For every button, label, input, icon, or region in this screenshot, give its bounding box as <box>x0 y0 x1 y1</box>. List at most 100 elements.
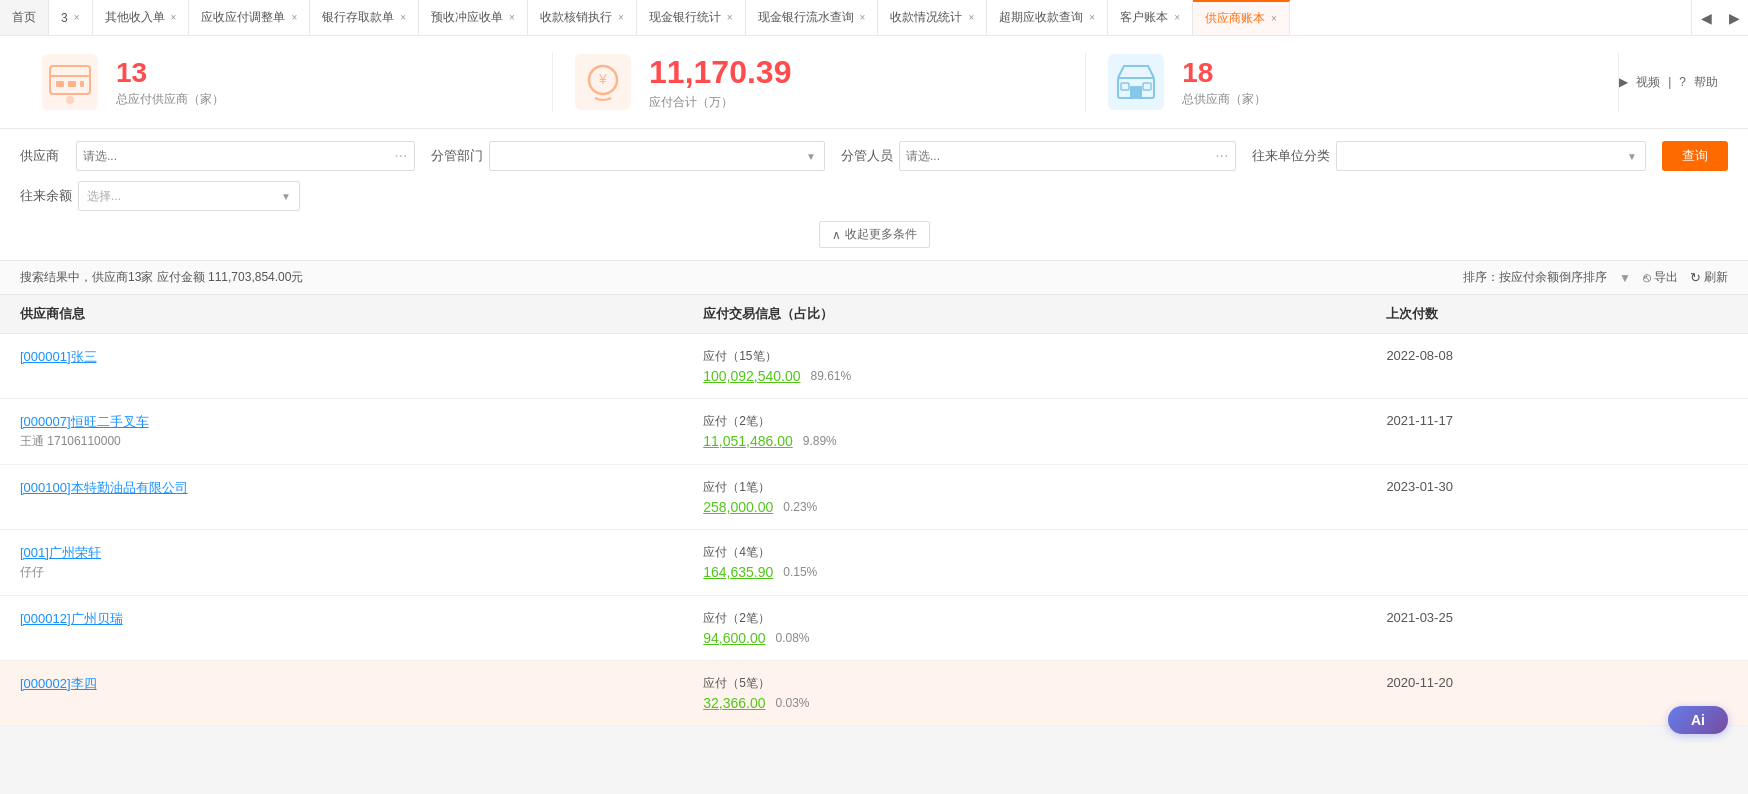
tx-label-6: 应付（5笔） <box>703 675 1386 692</box>
export-action[interactable]: ⎋ 导出 <box>1643 269 1678 286</box>
tx-label-1: 应付（15笔） <box>703 348 1386 365</box>
table-row: [000100]本特勤油品有限公司 应付（1笔） 258,000.00 0.23… <box>0 465 1748 530</box>
tx-pct-2: 9.89% <box>803 434 837 448</box>
nav-tab-collection-stat[interactable]: 收款情况统计 × <box>878 0 987 36</box>
svg-rect-4 <box>68 81 76 87</box>
nav-tab-cash-bank-stat[interactable]: 现金银行统计 × <box>637 0 746 36</box>
tx-label-5: 应付（2笔） <box>703 610 1386 627</box>
supplier-link-1[interactable]: [000001]张三 <box>20 348 703 366</box>
nav-tab-ar-ap-adjust-label: 应收应付调整单 <box>201 9 285 26</box>
tx-label-4: 应付（4笔） <box>703 544 1386 561</box>
nav-tab-advance[interactable]: 预收冲应收单 × <box>419 0 528 36</box>
table-row: [000002]李四 应付（5笔） 32,366.00 0.03% 2020-1… <box>0 661 1748 726</box>
search-button[interactable]: 查询 <box>1662 141 1728 171</box>
nav-arrow-left[interactable]: ◀ <box>1692 0 1720 36</box>
supplier-link-3[interactable]: [000100]本特勤油品有限公司 <box>20 479 703 497</box>
transaction-cell-6: 应付（5笔） 32,366.00 0.03% <box>703 675 1386 711</box>
tx-amount-5[interactable]: 94,600.00 <box>703 630 765 646</box>
nav-tab-collection-close[interactable]: × <box>618 12 624 23</box>
nav-tab-3-label: 3 <box>61 11 68 25</box>
supplier-link-2[interactable]: [000007]恒旺二手叉车 <box>20 413 703 431</box>
supplier-link-5[interactable]: [000012]广州贝瑞 <box>20 610 703 628</box>
nav-tab-supplier-ledger-label: 供应商账本 <box>1205 10 1265 27</box>
nav-tab-cash-bank-flow-close[interactable]: × <box>860 12 866 23</box>
filter-item-person: 分管人员 ··· <box>841 141 1236 171</box>
supplier-cell-5: [000012]广州贝瑞 <box>20 610 703 628</box>
collapse-button[interactable]: ∧ 收起更多条件 <box>819 221 930 248</box>
video-link[interactable]: 视频 <box>1636 74 1660 91</box>
sort-label[interactable]: 排序：按应付余额倒序排序 <box>1463 269 1607 286</box>
supplier-link-4[interactable]: [001]广州荣轩 <box>20 544 703 562</box>
filter-item-dept: 分管部门 ▼ <box>431 141 826 171</box>
nav-tab-bank-deposit-close[interactable]: × <box>400 12 406 23</box>
transaction-cell-3: 应付（1笔） 258,000.00 0.23% <box>703 479 1386 515</box>
table-row: [000007]恒旺二手叉车 王通 17106110000 应付（2笔） 11,… <box>0 399 1748 465</box>
filter-section: 供应商 ··· 分管部门 ▼ 分管人员 ··· 往来单位分类 <box>0 129 1748 261</box>
export-label: 导出 <box>1654 269 1678 286</box>
nav-tab-bank-deposit[interactable]: 银行存取款单 × <box>310 0 419 36</box>
nav-tab-collection-stat-label: 收款情况统计 <box>890 9 962 26</box>
help-link[interactable]: 帮助 <box>1694 74 1718 91</box>
tx-amount-3[interactable]: 258,000.00 <box>703 499 773 515</box>
store-icon <box>1106 52 1166 112</box>
tx-pct-3: 0.23% <box>783 500 817 514</box>
results-actions: 排序：按应付余额倒序排序 ▼ ⎋ 导出 ↻ 刷新 <box>1463 269 1728 286</box>
balance-dropdown-icon: ▼ <box>281 191 291 202</box>
nav-tab-customer-ledger[interactable]: 客户账本 × <box>1108 0 1193 36</box>
supplier-input[interactable] <box>83 149 394 163</box>
nav-tab-other-income-close[interactable]: × <box>171 12 177 23</box>
nav-tab-collection[interactable]: 收款核销执行 × <box>528 0 637 36</box>
export-icon: ⎋ <box>1643 270 1651 285</box>
nav-tab-3[interactable]: 3 × <box>49 0 93 36</box>
person-dots-icon[interactable]: ··· <box>1215 147 1228 165</box>
nav-tab-cash-bank-flow[interactable]: 现金银行流水查询 × <box>746 0 879 36</box>
tx-amount-4[interactable]: 164,635.90 <box>703 564 773 580</box>
svg-point-6 <box>66 96 74 104</box>
table-section: 供应商信息 应付交易信息（占比） 上次付数 [000001]张三 应付（15笔）… <box>0 295 1748 726</box>
nav-tab-overdue-close[interactable]: × <box>1089 12 1095 23</box>
top-right-links: ▶ 视频 | ? 帮助 <box>1619 74 1728 91</box>
nav-arrow-right[interactable]: ▶ <box>1720 0 1748 36</box>
nav-tab-ar-ap-adjust[interactable]: 应收应付调整单 × <box>189 0 310 36</box>
category-filter-label: 往来单位分类 <box>1252 147 1330 165</box>
refresh-label: 刷新 <box>1704 269 1728 286</box>
results-header: 搜索结果中，供应商13家 应付金额 111,703,854.00元 排序：按应付… <box>0 261 1748 295</box>
supplier-link-6[interactable]: [000002]李四 <box>20 675 703 693</box>
category-select[interactable]: ▼ <box>1336 141 1647 171</box>
nav-tab-collection-stat-close[interactable]: × <box>968 12 974 23</box>
nav-tab-other-income[interactable]: 其他收入单 × <box>93 0 190 36</box>
supplier-cell-3: [000100]本特勤油品有限公司 <box>20 479 703 497</box>
summary-card-suppliers: 13 总应付供应商（家） <box>20 52 553 112</box>
nav-tab-customer-ledger-close[interactable]: × <box>1174 12 1180 23</box>
nav-tab-overdue[interactable]: 超期应收款查询 × <box>987 0 1108 36</box>
ai-button[interactable]: Ai <box>1668 706 1728 726</box>
payable-icon: ¥ <box>573 52 633 112</box>
nav-tab-collection-label: 收款核销执行 <box>540 9 612 26</box>
dept-dropdown-icon: ▼ <box>806 151 816 162</box>
nav-tab-ar-ap-adjust-close[interactable]: × <box>291 12 297 23</box>
summary-section: 13 总应付供应商（家） ¥ 11,170.39 应付合计（万） <box>0 36 1748 129</box>
summary-info-suppliers: 13 总应付供应商（家） <box>116 56 224 109</box>
supplier-dots-icon[interactable]: ··· <box>394 147 407 165</box>
nav-tab-3-close[interactable]: × <box>74 12 80 23</box>
table-body: [000001]张三 应付（15笔） 100,092,540.00 89.61%… <box>0 334 1748 726</box>
nav-tab-cash-bank-stat-close[interactable]: × <box>727 12 733 23</box>
nav-tab-home[interactable]: 首页 <box>0 0 49 36</box>
supplier-cell-2: [000007]恒旺二手叉车 王通 17106110000 <box>20 413 703 450</box>
tx-label-2: 应付（2笔） <box>703 413 1386 430</box>
person-input[interactable] <box>906 149 1215 163</box>
tx-amount-6[interactable]: 32,366.00 <box>703 695 765 711</box>
nav-tab-supplier-ledger[interactable]: 供应商账本 × <box>1193 0 1290 36</box>
nav-tab-supplier-ledger-close[interactable]: × <box>1271 13 1277 24</box>
table-header: 供应商信息 应付交易信息（占比） 上次付数 <box>0 295 1748 334</box>
tx-amount-2[interactable]: 11,051,486.00 <box>703 433 793 449</box>
tx-amount-1[interactable]: 100,092,540.00 <box>703 368 800 384</box>
dept-select[interactable]: ▼ <box>489 141 826 171</box>
refresh-action[interactable]: ↻ 刷新 <box>1690 269 1728 286</box>
nav-tab-advance-close[interactable]: × <box>509 12 515 23</box>
filter-row-1: 供应商 ··· 分管部门 ▼ 分管人员 ··· 往来单位分类 <box>20 141 1728 171</box>
balance-select[interactable]: 选择... ▼ <box>78 181 300 211</box>
nav-tab-advance-label: 预收冲应收单 <box>431 9 503 26</box>
supplier-filter-label: 供应商 <box>20 147 70 165</box>
summary-info-total-suppliers: 18 总供应商（家） <box>1182 56 1266 109</box>
